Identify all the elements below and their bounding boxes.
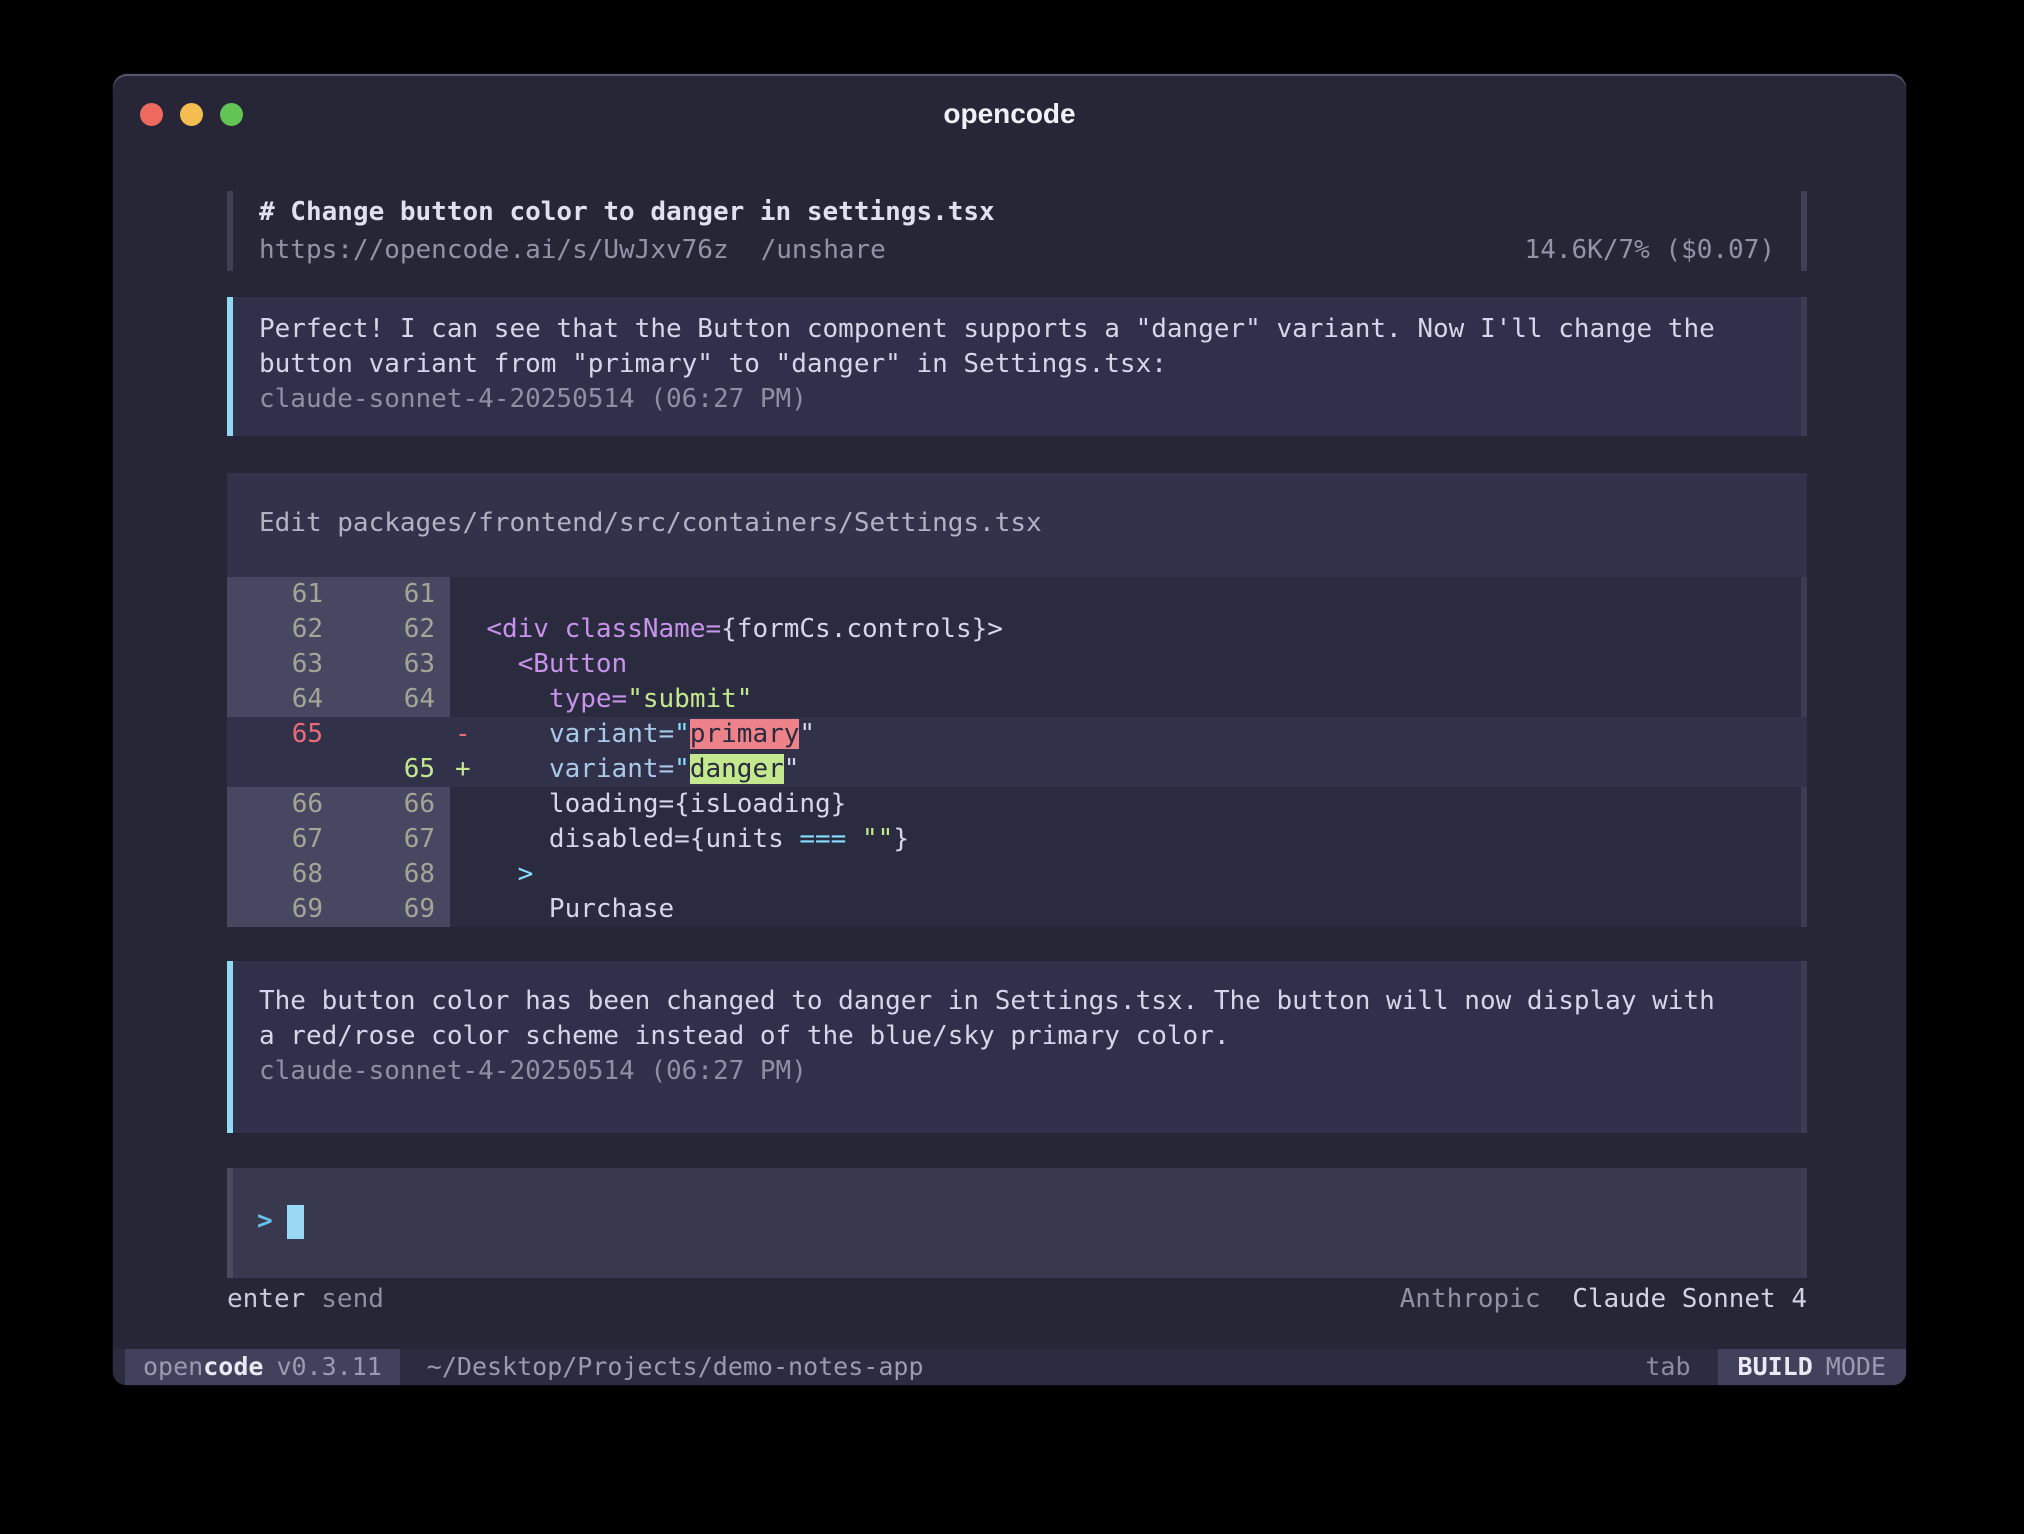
diff-gutter: 6363	[227, 647, 450, 682]
diff-code-line: disabled={units === ""}	[455, 822, 909, 857]
message-model-timestamp: claude-sonnet-4-20250514 (06:27 PM)	[259, 1054, 1775, 1089]
mode-label-rest: MODE	[1826, 1352, 1886, 1381]
titlebar: opencode	[113, 74, 1906, 151]
input-right-border	[1801, 1168, 1807, 1278]
message-right-border	[1801, 961, 1807, 1133]
edit-tool-card: Edit packages/frontend/src/containers/Se…	[227, 473, 1807, 927]
session-header: # Change button color to danger in setti…	[227, 191, 1807, 271]
message-text-line: a red/rose color scheme instead of the b…	[259, 1019, 1775, 1054]
enter-action-hint: send	[321, 1281, 384, 1317]
message-right-border	[1801, 297, 1807, 436]
diff-row: 6363 <Button	[227, 647, 1807, 682]
diff-row: 6868 >	[227, 857, 1807, 892]
diff-code-line: + variant="danger"	[455, 752, 799, 787]
diff-row: 6969 Purchase	[227, 892, 1807, 927]
status-bar: opencode v0.3.11 ~/Desktop/Projects/demo-…	[113, 1349, 1906, 1385]
assistant-message-2: The button color has been changed to dan…	[227, 961, 1807, 1133]
session-title: # Change button color to danger in setti…	[227, 191, 1807, 231]
diff-gutter: 6767	[227, 822, 450, 857]
diff-gutter: 6464	[227, 682, 450, 717]
app-version: v0.3.11	[276, 1352, 381, 1381]
session-subline: https://opencode.ai/s/UwJxv76z /unshare …	[227, 231, 1807, 269]
diff-row: 6666 loading={isLoading}	[227, 787, 1807, 822]
window-title: opencode	[113, 94, 1906, 134]
diff-gutter: 6969	[227, 892, 450, 927]
mode-label-bold: BUILD	[1738, 1352, 1813, 1381]
input-left-border	[227, 1168, 233, 1278]
context-usage-stats: 14.6K/7% ($0.07)	[1525, 231, 1775, 269]
share-url-link[interactable]: https://opencode.ai/s/UwJxv76z	[259, 231, 729, 269]
model-name: Claude Sonnet 4	[1572, 1284, 1807, 1314]
app-name-code: code	[203, 1352, 263, 1381]
header-right-border	[1801, 191, 1807, 271]
header-left-border	[227, 191, 233, 271]
diff-row: 65- variant="primary"	[227, 717, 1807, 752]
model-indicator[interactable]: Anthropic Claude Sonnet 4	[1400, 1281, 1807, 1317]
diff-code-line: <div className={formCs.controls}>	[455, 612, 1003, 647]
message-model-timestamp: claude-sonnet-4-20250514 (06:27 PM)	[259, 382, 1775, 417]
edit-tool-header: Edit packages/frontend/src/containers/Se…	[227, 473, 1807, 577]
diff-gutter: 65	[227, 752, 450, 787]
working-directory: ~/Desktop/Projects/demo-notes-app	[427, 1349, 924, 1385]
diff-code-line: >	[455, 857, 533, 892]
message-text-line: The button color has been changed to dan…	[259, 984, 1775, 1019]
prompt-symbol: >	[257, 1204, 273, 1239]
footer-hints: enter send Anthropic Claude Sonnet 4	[227, 1281, 1807, 1317]
diff-code-line: <Button	[455, 647, 627, 682]
diff-table: 61616262 <div className={formCs.controls…	[227, 577, 1807, 927]
app-name-open: open	[143, 1352, 203, 1381]
diff-code-line: loading={isLoading}	[455, 787, 846, 822]
diff-gutter: 65	[227, 717, 450, 752]
message-text-line: button variant from "primary" to "danger…	[259, 347, 1775, 382]
message-accent-border	[227, 961, 233, 1133]
diff-row: 6464 type="submit"	[227, 682, 1807, 717]
text-cursor	[287, 1205, 304, 1239]
diff-code-line: type="submit"	[455, 682, 752, 717]
diff-gutter: 6868	[227, 857, 450, 892]
diff-row: 65+ variant="danger"	[227, 752, 1807, 787]
diff-gutter: 6262	[227, 612, 450, 647]
app-window: opencode # Change button color to danger…	[113, 74, 1906, 1385]
message-text-line: Perfect! I can see that the Button compo…	[259, 312, 1775, 347]
diff-code-line: - variant="primary"	[455, 717, 815, 752]
diff-row: 6161	[227, 577, 1807, 612]
tab-key-hint: tab	[1645, 1349, 1690, 1385]
unshare-command[interactable]: /unshare	[761, 231, 886, 269]
enter-key-hint: enter	[227, 1281, 305, 1317]
provider-name: Anthropic	[1400, 1284, 1541, 1314]
diff-row: 6767 disabled={units === ""}	[227, 822, 1807, 857]
assistant-message-1: Perfect! I can see that the Button compo…	[227, 297, 1807, 436]
diff-code-line: Purchase	[455, 892, 674, 927]
diff-gutter: 6161	[227, 577, 450, 612]
app-version-chip: opencode v0.3.11	[125, 1349, 400, 1385]
diff-row: 6262 <div className={formCs.controls}>	[227, 612, 1807, 647]
prompt-input[interactable]: >	[227, 1168, 1807, 1278]
mode-chip[interactable]: BUILD MODE	[1718, 1349, 1906, 1385]
diff-gutter: 6666	[227, 787, 450, 822]
message-accent-border	[227, 297, 233, 436]
